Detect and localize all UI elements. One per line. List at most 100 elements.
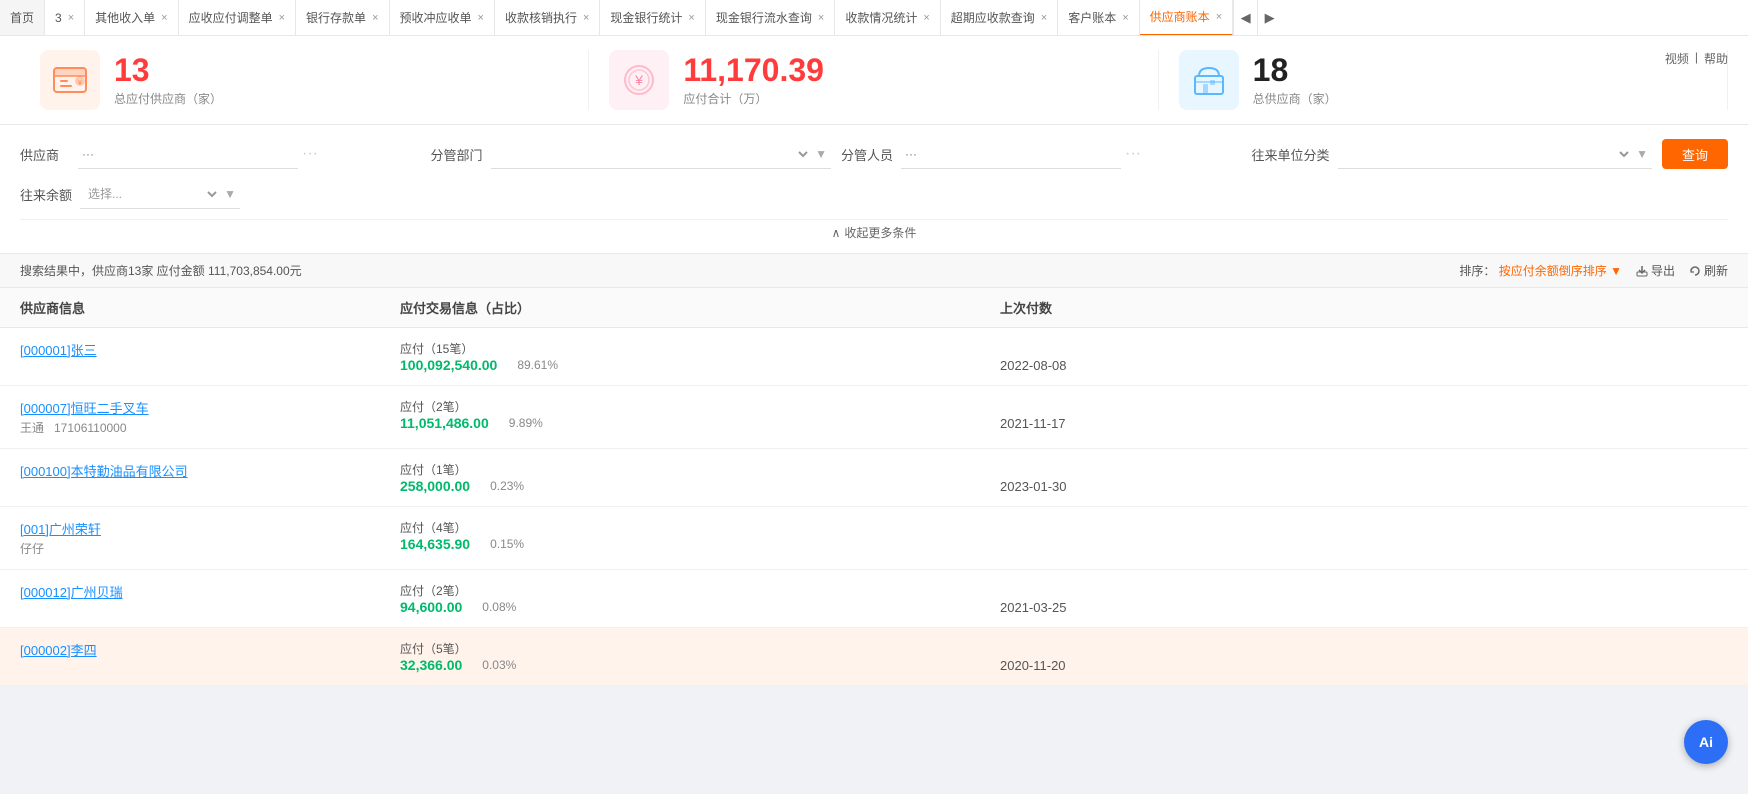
filter-balance: 往来余额 选择... ▼ <box>20 179 1728 209</box>
nav-tab-collection-stats-label: 收款情况统计 <box>845 9 917 26</box>
nav-tab-cash-stats[interactable]: 现金银行统计 × <box>600 0 705 36</box>
trans-amount-2[interactable]: 11,051,486.00 <box>400 415 489 431</box>
trans-percent-6: 0.03% <box>482 658 516 672</box>
table-row: [001]广州荣轩 仔仔 应付（4笔） 164,635.90 0.15% <box>0 507 1748 570</box>
supplier-link-2[interactable]: [000007]恒旺二手叉车 <box>20 401 149 416</box>
supplier-info-3: [000100]本特勤油品有限公司 <box>20 461 400 480</box>
nav-tab-cash-stats-close[interactable]: × <box>688 12 694 24</box>
result-bar: 搜索结果中，供应商13家 应付金额 111,703,854.00元 排序： 按应… <box>0 254 1748 288</box>
nav-tab-customer-book[interactable]: 客户账本 × <box>1058 0 1139 36</box>
payable-total-text: 11,170.39 应付合计（万） <box>683 54 824 107</box>
nav-tab-other-income-close[interactable]: × <box>161 12 167 24</box>
trans-percent-4: 0.15% <box>490 537 524 551</box>
nav-tab-bank-deposit[interactable]: 银行存款单 × <box>296 0 389 36</box>
filter-row-1: 供应商 ··· 分管部门 ▼ 分管人员 ··· 往来单位分类 <box>20 139 1728 169</box>
balance-filter-select-wrapper[interactable]: 选择... ▼ <box>80 179 240 209</box>
nav-tab-3-label: 3 <box>55 11 62 25</box>
svg-text:¥: ¥ <box>78 80 82 87</box>
last-pay-3: 2023-01-30 <box>1000 461 1728 494</box>
trans-amount-5[interactable]: 94,600.00 <box>400 599 462 615</box>
nav-prev-arrow[interactable]: ◀ <box>1233 0 1257 36</box>
nav-tab-customer-book-close[interactable]: × <box>1122 12 1128 24</box>
nav-tab-prepay-close[interactable]: × <box>478 12 484 24</box>
nav-tab-collection-stats[interactable]: 收款情况统计 × <box>835 0 940 36</box>
nav-tab-supplier-book-close[interactable]: × <box>1216 11 1222 23</box>
total-suppliers-icon <box>1179 50 1239 110</box>
trans-percent-3: 0.23% <box>490 479 524 493</box>
trans-amount-4[interactable]: 164,635.90 <box>400 536 470 552</box>
supplier-info-1: [000001]张三 <box>20 340 400 359</box>
query-button[interactable]: 查询 <box>1662 139 1728 169</box>
supplier-link-6[interactable]: [000002]李四 <box>20 643 97 658</box>
trans-amount-1[interactable]: 100,092,540.00 <box>400 357 497 373</box>
table-header: 供应商信息 应付交易信息（占比） 上次付数 <box>0 288 1748 328</box>
trans-percent-2: 9.89% <box>509 416 543 430</box>
help-link[interactable]: 帮助 <box>1704 50 1728 67</box>
ai-button[interactable]: Ai <box>1684 720 1728 764</box>
sort-value[interactable]: 按应付余额倒序排序 ▼ <box>1499 264 1622 278</box>
last-pay-1: 2022-08-08 <box>1000 340 1728 373</box>
nav-tab-bank-deposit-label: 银行存款单 <box>306 9 366 26</box>
payable-suppliers-label: 总应付供应商（家） <box>114 90 222 107</box>
dept-filter-select[interactable] <box>495 146 812 162</box>
last-pay-4 <box>1000 519 1728 537</box>
export-icon <box>1636 265 1648 277</box>
nav-tab-customer-book-label: 客户账本 <box>1068 9 1116 26</box>
trans-percent-5: 0.08% <box>482 600 516 614</box>
supplier-sub-2: 王通 17106110000 <box>20 419 400 436</box>
balance-filter-label: 往来余额 <box>20 185 72 204</box>
nav-tab-cash-flow[interactable]: 现金银行流水查询 × <box>706 0 835 36</box>
nav-tab-overdue[interactable]: 超期应收款查询 × <box>941 0 1058 36</box>
table-row: [000001]张三 应付（15笔） 100,092,540.00 89.61%… <box>0 328 1748 386</box>
nav-tab-3[interactable]: 3 × <box>45 0 85 36</box>
supplier-link-3[interactable]: [000100]本特勤油品有限公司 <box>20 464 188 479</box>
nav-tab-cash-flow-close[interactable]: × <box>818 12 824 24</box>
payable-suppliers-text: 13 总应付供应商（家） <box>114 54 222 107</box>
last-pay-2: 2021-11-17 <box>1000 398 1728 431</box>
category-filter-select-wrapper[interactable]: ▼ <box>1338 139 1652 169</box>
supplier-link-1[interactable]: [000001]张三 <box>20 343 97 358</box>
transaction-info-4: 应付（4笔） 164,635.90 0.15% <box>400 519 1000 552</box>
sort-arrow-icon: ▼ <box>1610 264 1622 278</box>
total-suppliers-text: 18 总供应商（家） <box>1253 54 1337 107</box>
filter-supplier: 供应商 ··· <box>20 139 421 169</box>
nav-tab-adjustment-close[interactable]: × <box>279 12 285 24</box>
nav-tab-home[interactable]: 首页 <box>0 0 45 36</box>
supplier-link-4[interactable]: [001]广州荣轩 <box>20 522 101 537</box>
dept-filter-select-wrapper[interactable]: ▼ <box>491 139 831 169</box>
nav-tab-cash-stats-label: 现金银行统计 <box>610 9 682 26</box>
nav-tab-supplier-book-label: 供应商账本 <box>1150 8 1210 25</box>
category-filter-label: 往来单位分类 <box>1252 145 1330 164</box>
dept-filter-label: 分管部门 <box>431 145 483 164</box>
nav-tab-collection[interactable]: 收款核销执行 × <box>495 0 600 36</box>
refresh-button[interactable]: 刷新 <box>1689 262 1728 279</box>
nav-tab-collection-close[interactable]: × <box>583 12 589 24</box>
collapse-button[interactable]: ∧ 收起更多条件 <box>20 219 1728 245</box>
trans-amount-3[interactable]: 258,000.00 <box>400 478 470 494</box>
filter-section: 供应商 ··· 分管部门 ▼ 分管人员 ··· 往来单位分类 <box>0 125 1748 254</box>
nav-tab-overdue-close[interactable]: × <box>1041 12 1047 24</box>
category-filter-select[interactable] <box>1342 146 1633 162</box>
payable-total-label: 应付合计（万） <box>683 90 824 107</box>
video-link[interactable]: 视频 <box>1665 50 1689 67</box>
nav-next-arrow[interactable]: ▶ <box>1257 0 1281 36</box>
last-pay-5: 2021-03-25 <box>1000 582 1728 615</box>
person-filter-label: 分管人员 <box>841 145 893 164</box>
supplier-link-5[interactable]: [000012]广州贝瑞 <box>20 585 123 600</box>
trans-label-3: 应付（1笔） <box>400 461 1000 478</box>
supplier-filter-input[interactable] <box>78 139 298 169</box>
balance-filter-select[interactable]: 选择... <box>84 186 220 202</box>
stats-header: ¥ 13 总应付供应商（家） ¥ 11,170.39 应付合计（万） <box>0 36 1748 125</box>
nav-tab-3-close[interactable]: × <box>68 12 74 24</box>
nav-tab-supplier-book[interactable]: 供应商账本 × <box>1140 0 1233 36</box>
nav-tab-collection-stats-close[interactable]: × <box>923 12 929 24</box>
total-suppliers-count: 18 <box>1253 54 1337 86</box>
export-label: 导出 <box>1651 262 1675 279</box>
nav-tab-adjustment[interactable]: 应收应付调整单 × <box>179 0 296 36</box>
person-filter-input[interactable] <box>901 139 1121 169</box>
nav-tab-other-income[interactable]: 其他收入单 × <box>85 0 178 36</box>
trans-amount-6[interactable]: 32,366.00 <box>400 657 462 673</box>
export-button[interactable]: 导出 <box>1636 262 1675 279</box>
nav-tab-prepay[interactable]: 预收冲应收单 × <box>390 0 495 36</box>
nav-tab-bank-deposit-close[interactable]: × <box>372 12 378 24</box>
